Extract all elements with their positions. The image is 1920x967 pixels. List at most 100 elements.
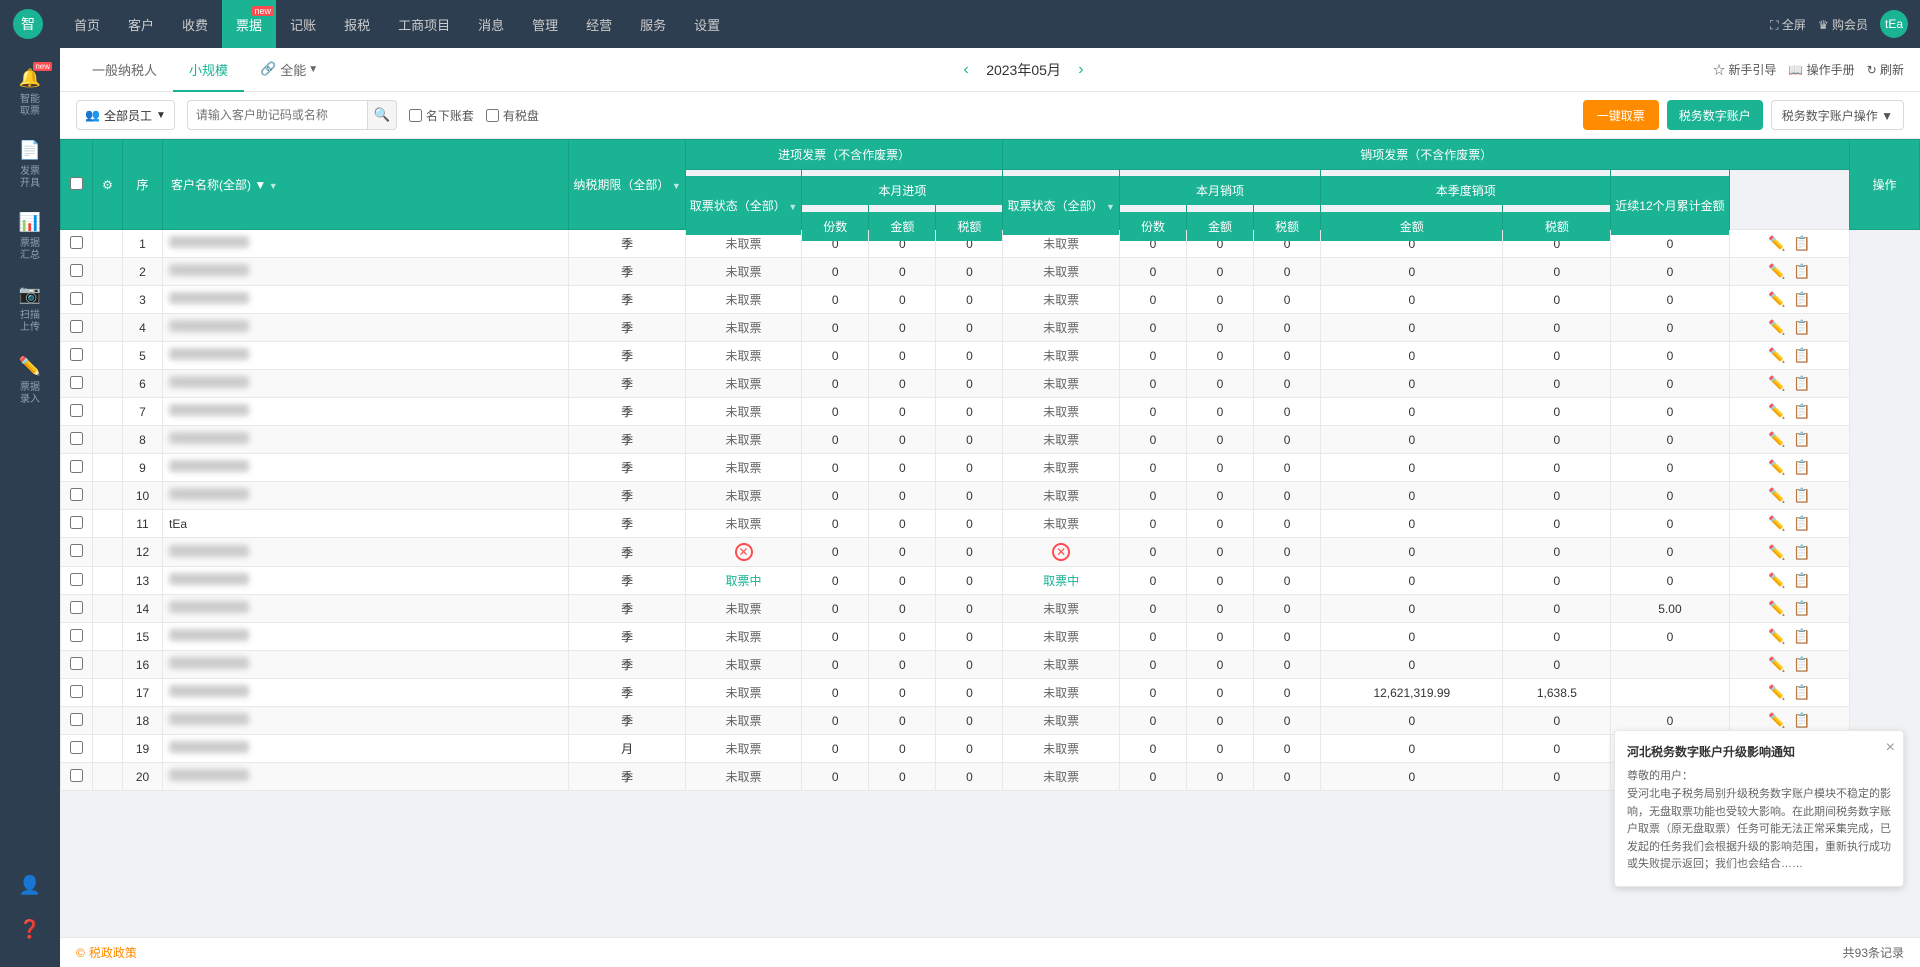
search-button[interactable]: 🔍 (367, 100, 397, 130)
edit-btn[interactable]: ✏️ (1766, 403, 1787, 420)
row-checkbox[interactable] (70, 460, 83, 473)
row-checkbox[interactable] (70, 320, 83, 333)
detail-btn[interactable]: 📋 (1791, 431, 1812, 448)
select-all-checkbox[interactable] (70, 177, 83, 190)
tab-omnipotent[interactable]: 🔗全能 ▼ (244, 48, 334, 92)
detail-btn[interactable]: 📋 (1791, 291, 1812, 308)
row-checkbox[interactable] (70, 544, 83, 557)
edit-btn[interactable]: ✏️ (1766, 431, 1787, 448)
detail-btn[interactable]: 📋 (1791, 347, 1812, 364)
nav-client[interactable]: 客户 (114, 0, 168, 48)
my-accounts-checkbox[interactable] (409, 109, 422, 122)
sidebar-item-scan-upload[interactable]: 📷 扫描上传 (0, 272, 60, 344)
row-checkbox[interactable] (70, 741, 83, 754)
detail-btn[interactable]: 📋 (1791, 375, 1812, 392)
row-checkbox[interactable] (70, 404, 83, 417)
nav-accounting[interactable]: 记账 (276, 0, 330, 48)
row-checkbox[interactable] (70, 236, 83, 249)
detail-btn[interactable]: 📋 (1791, 684, 1812, 701)
my-accounts-checkbox-label[interactable]: 名下账套 (409, 107, 474, 124)
row-checkbox[interactable] (70, 432, 83, 445)
nav-ticket[interactable]: 票据 new (222, 0, 276, 48)
row-checkbox[interactable] (70, 629, 83, 642)
row-checkbox[interactable] (70, 657, 83, 670)
row-checkbox[interactable] (70, 573, 83, 586)
edit-btn[interactable]: ✏️ (1766, 235, 1787, 252)
row-checkbox[interactable] (70, 685, 83, 698)
sidebar-item-ticket-summary[interactable]: 📊 票据汇总 (0, 200, 60, 272)
detail-btn[interactable]: 📋 (1791, 235, 1812, 252)
tax-digital-op-btn[interactable]: 税务数字账户操作 ▼ (1771, 100, 1904, 130)
edit-btn[interactable]: ✏️ (1766, 628, 1787, 645)
one-click-ticket-btn[interactable]: 一键取票 (1583, 100, 1659, 130)
search-input[interactable] (187, 100, 367, 130)
detail-btn[interactable]: 📋 (1791, 459, 1812, 476)
detail-btn[interactable]: 📋 (1791, 319, 1812, 336)
employee-select[interactable]: 👥 全部员工 ▼ (76, 100, 175, 130)
prev-month-btn[interactable]: ‹ (954, 58, 978, 82)
app-logo[interactable]: 智 (12, 8, 44, 40)
has-tax-checkbox-label[interactable]: 有税盘 (486, 107, 539, 124)
has-tax-checkbox[interactable] (486, 109, 499, 122)
edit-btn[interactable]: ✏️ (1766, 712, 1787, 729)
row-checkbox[interactable] (70, 264, 83, 277)
edit-btn[interactable]: ✏️ (1766, 263, 1787, 280)
nav-home[interactable]: 首页 (60, 0, 114, 48)
detail-btn[interactable]: 📋 (1791, 515, 1812, 532)
edit-btn[interactable]: ✏️ (1766, 319, 1787, 336)
edit-btn[interactable]: ✏️ (1766, 291, 1787, 308)
detail-btn[interactable]: 📋 (1791, 572, 1812, 589)
row-checkbox[interactable] (70, 376, 83, 389)
edit-btn[interactable]: ✏️ (1766, 684, 1787, 701)
edit-btn[interactable]: ✏️ (1766, 375, 1787, 392)
detail-btn[interactable]: 📋 (1791, 487, 1812, 504)
detail-btn[interactable]: 📋 (1791, 403, 1812, 420)
row-checkbox[interactable] (70, 348, 83, 361)
row-checkbox[interactable] (70, 516, 83, 529)
tax-policy-link[interactable]: © 税政政策 (76, 944, 137, 961)
detail-btn[interactable]: 📋 (1791, 600, 1812, 617)
edit-btn[interactable]: ✏️ (1766, 487, 1787, 504)
nav-settings[interactable]: 设置 (680, 0, 734, 48)
edit-btn[interactable]: ✏️ (1766, 515, 1787, 532)
nav-billing[interactable]: 收费 (168, 0, 222, 48)
tab-small-scale[interactable]: 小规模 (173, 48, 244, 92)
avatar[interactable]: tEa (1880, 10, 1908, 38)
row-checkbox[interactable] (70, 713, 83, 726)
edit-btn[interactable]: ✏️ (1766, 459, 1787, 476)
nav-message[interactable]: 消息 (464, 0, 518, 48)
refresh-btn[interactable]: ↻ 刷新 (1867, 61, 1904, 78)
next-month-btn[interactable]: › (1069, 58, 1093, 82)
detail-btn[interactable]: 📋 (1791, 712, 1812, 729)
new-guide-btn[interactable]: ☆ 新手引导 (1713, 61, 1776, 78)
fullscreen-btn[interactable]: ⛶ 全屏 (1770, 16, 1806, 33)
edit-btn[interactable]: ✏️ (1766, 544, 1787, 561)
row-checkbox[interactable] (70, 292, 83, 305)
sidebar-item-ticket-entry[interactable]: ✏️ 票据录入 (0, 344, 60, 416)
detail-btn[interactable]: 📋 (1791, 263, 1812, 280)
edit-btn[interactable]: ✏️ (1766, 600, 1787, 617)
sidebar-item-smart-ticket[interactable]: 🔔 智能取票 (0, 56, 60, 128)
nav-business[interactable]: 工商项目 (384, 0, 464, 48)
nav-tax[interactable]: 报税 (330, 0, 384, 48)
notice-close-btn[interactable]: × (1886, 739, 1895, 757)
sidebar-item-help[interactable]: ❓ (0, 907, 60, 951)
row-checkbox[interactable] (70, 488, 83, 501)
edit-btn[interactable]: ✏️ (1766, 656, 1787, 673)
nav-service[interactable]: 服务 (626, 0, 680, 48)
row-checkbox[interactable] (70, 769, 83, 782)
tab-general-taxpayer[interactable]: 一般纳税人 (76, 48, 173, 92)
member-btn[interactable]: ♛ 购会员 (1818, 16, 1868, 33)
tax-digital-btn[interactable]: 税务数字账户 (1667, 100, 1763, 130)
row-checkbox[interactable] (70, 601, 83, 614)
edit-btn[interactable]: ✏️ (1766, 347, 1787, 364)
manual-btn[interactable]: 📖 操作手册 (1788, 61, 1854, 78)
detail-btn[interactable]: 📋 (1791, 628, 1812, 645)
nav-operation[interactable]: 经营 (572, 0, 626, 48)
nav-management[interactable]: 管理 (518, 0, 572, 48)
edit-btn[interactable]: ✏️ (1766, 572, 1787, 589)
sidebar-item-invoice-open[interactable]: 📄 发票开具 (0, 128, 60, 200)
detail-btn[interactable]: 📋 (1791, 544, 1812, 561)
detail-btn[interactable]: 📋 (1791, 656, 1812, 673)
sidebar-item-user[interactable]: 👤 (0, 863, 60, 907)
